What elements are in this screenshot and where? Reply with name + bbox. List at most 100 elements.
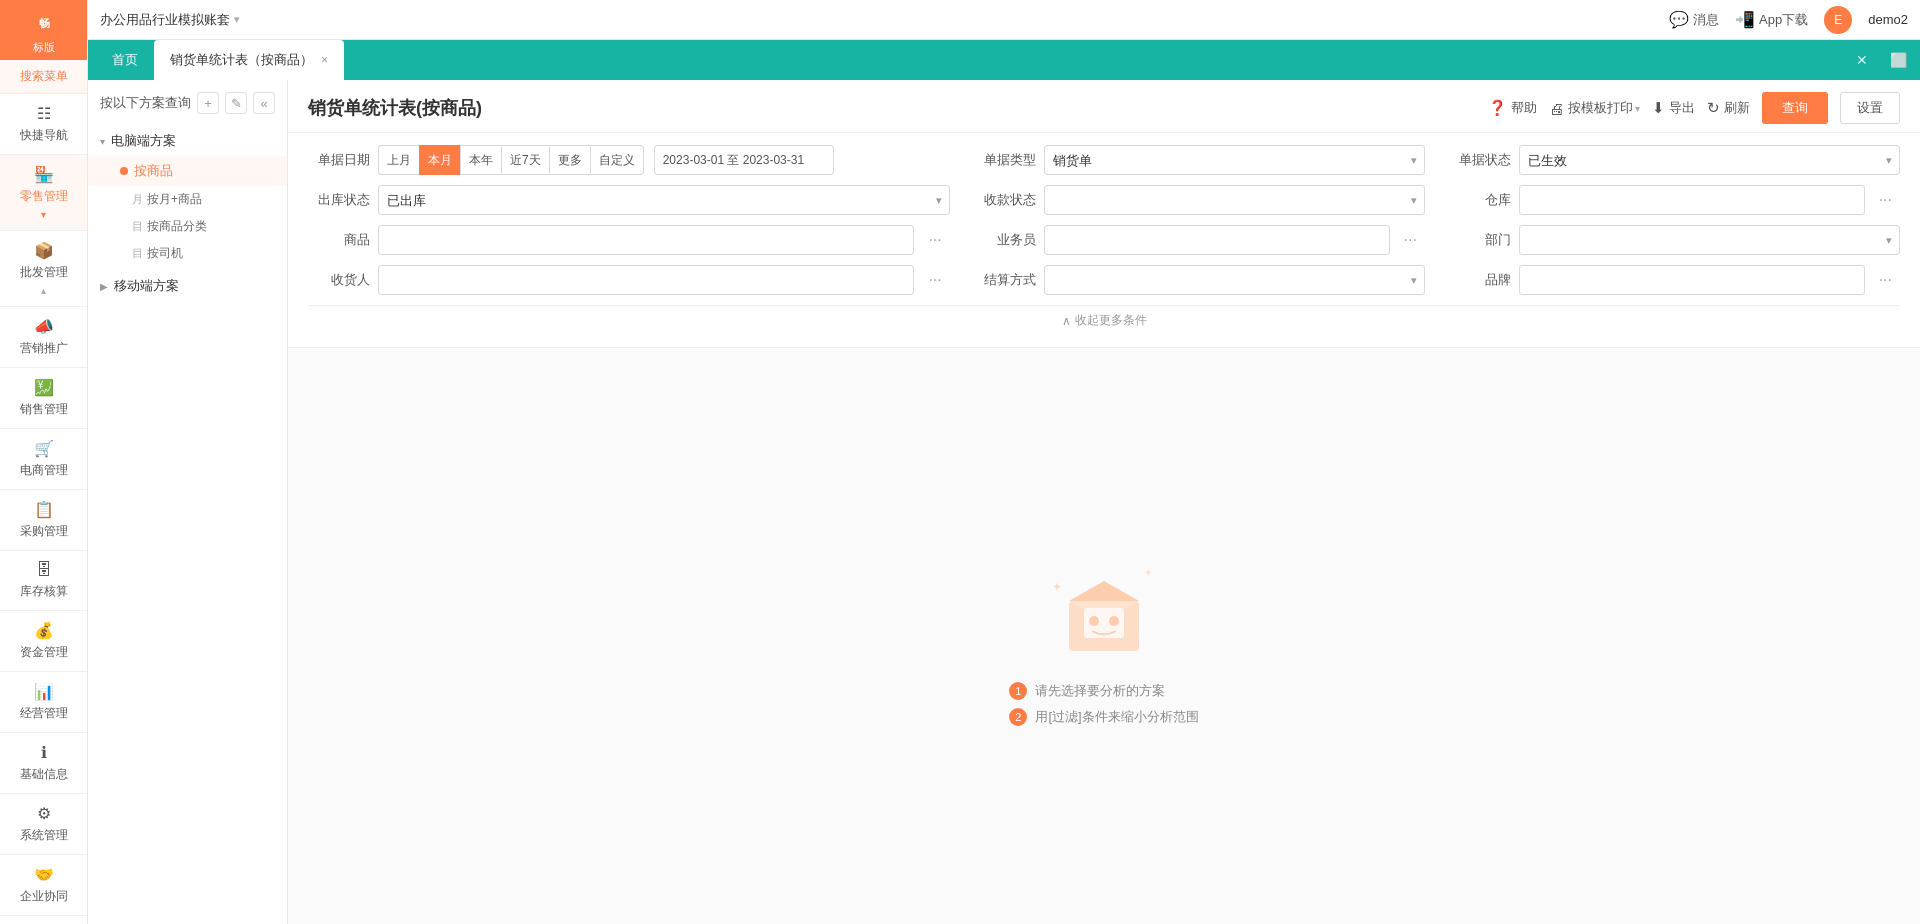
quick-nav-item[interactable]: ☷ 快捷导航	[0, 94, 87, 155]
inventory-item[interactable]: 🗄 库存核算	[0, 551, 87, 611]
scheme-by-month-product[interactable]: 月 按月+商品	[88, 186, 287, 213]
department-select[interactable]	[1519, 225, 1900, 255]
filter-area: 单据日期 上月 本月 本年 近7天 更多 自定义	[288, 133, 1920, 348]
purchase-item[interactable]: 📋 采购管理	[0, 490, 87, 551]
window-controls: ✕ ⬜	[1848, 46, 1920, 74]
more-btn[interactable]: 更多	[549, 145, 590, 175]
date-quick-buttons: 上月 本月 本年 近7天 更多 自定义	[378, 145, 644, 175]
print-btn[interactable]: 🖨 按模板打印	[1549, 99, 1633, 117]
basic-info-icon: ℹ	[41, 743, 47, 762]
close-window-btn[interactable]: ✕	[1848, 46, 1876, 74]
empty-svg: ✦ ✦ ✦	[1044, 546, 1164, 666]
last7-btn[interactable]: 近7天	[501, 145, 549, 175]
svg-text:畅: 畅	[38, 16, 49, 28]
bill-status-select[interactable]: 已生效	[1519, 145, 1900, 175]
this-month-btn[interactable]: 本月	[419, 145, 460, 175]
this-year-btn[interactable]: 本年	[460, 145, 501, 175]
pc-group-header[interactable]: ▾ 电脑端方案	[88, 126, 287, 156]
refresh-btn[interactable]: ↻ 刷新	[1707, 99, 1750, 117]
recipient-dots-btn[interactable]: ···	[920, 265, 949, 295]
product-input[interactable]	[378, 225, 914, 255]
sales-management-item[interactable]: 💹 销售管理	[0, 368, 87, 429]
help-label: 帮助	[1511, 99, 1537, 117]
collapse-panel-btn[interactable]: «	[253, 92, 275, 114]
workspace-title: 办公用品行业模拟账套	[100, 11, 230, 29]
system-icon: ⚙	[37, 804, 51, 823]
message-btn[interactable]: 💬 消息	[1669, 10, 1719, 29]
warehouse-dots-btn[interactable]: ···	[1871, 185, 1900, 215]
retail-management-item[interactable]: 🏪 零售管理 ▾	[0, 155, 87, 231]
retail-label: 零售管理	[20, 188, 68, 205]
salesman-control: ···	[1044, 225, 1425, 255]
salesman-input[interactable]	[1044, 225, 1390, 255]
add-scheme-btn[interactable]: +	[197, 92, 219, 114]
warehouse-input[interactable]	[1519, 185, 1865, 215]
basic-info-item[interactable]: ℹ 基础信息	[0, 733, 87, 794]
help-btn[interactable]: ❓ 帮助	[1488, 99, 1537, 117]
print-dropdown-arrow[interactable]: ▾	[1635, 103, 1640, 114]
brand-label: 品牌	[1449, 271, 1519, 289]
edit-scheme-btn[interactable]: ✎	[225, 92, 247, 114]
settings-button[interactable]: 设置	[1840, 92, 1900, 124]
enterprise-coop-label: 企业协同	[20, 888, 68, 905]
export-btn[interactable]: ⬇ 导出	[1652, 99, 1695, 117]
scheme-by-category[interactable]: 目 按商品分类	[88, 213, 287, 240]
month-icon: 月	[132, 192, 143, 207]
marketing-icon: 📣	[34, 317, 54, 336]
enterprise-coop-item[interactable]: 🤝 企业协同	[0, 855, 87, 916]
bill-type-select[interactable]: 销货单	[1044, 145, 1425, 175]
date-range-input[interactable]	[654, 145, 834, 175]
wholesale-management-item[interactable]: 📦 批发管理 ▴	[0, 231, 87, 307]
driver-icon: 目	[132, 246, 143, 261]
receipt-status-select[interactable]	[1044, 185, 1425, 215]
active-scheme-dot	[120, 167, 128, 175]
system-item[interactable]: ⚙ 系统管理	[0, 794, 87, 855]
brand-dots-btn[interactable]: ···	[1871, 265, 1900, 295]
content-body: ✦ ✦ ✦ 1 请先选择要分析的方案 2 用[	[288, 348, 1920, 924]
empty-text: 1 请先选择要分析的方案 2 用[过滤]条件来缩小分析范围	[1009, 682, 1198, 726]
product-dots-btn[interactable]: ···	[920, 225, 949, 255]
scheme-by-driver[interactable]: 目 按司机	[88, 240, 287, 267]
user-avatar[interactable]: E	[1824, 6, 1852, 34]
search-menu-item[interactable]: 搜索菜单	[0, 60, 87, 94]
out-status-select[interactable]: 已出库	[378, 185, 950, 215]
payment-method-select[interactable]	[1044, 265, 1425, 295]
finance-item[interactable]: 💰 资金管理	[0, 611, 87, 672]
refresh-label: 刷新	[1724, 99, 1750, 117]
tab-home-label: 首页	[112, 51, 138, 69]
svg-point-7	[1109, 616, 1119, 626]
user-name[interactable]: demo2	[1868, 12, 1908, 27]
scheme-by-product[interactable]: 按商品	[88, 156, 287, 186]
logo-icon: 畅	[28, 6, 60, 38]
recipient-input[interactable]	[378, 265, 914, 295]
bill-status-control: 已生效	[1519, 145, 1900, 175]
tab-report-label: 销货单统计表（按商品）	[170, 51, 313, 69]
department-control	[1519, 225, 1900, 255]
date-control: 上月 本月 本年 近7天 更多 自定义	[378, 145, 950, 175]
mobile-group-header[interactable]: ▶ 移动端方案	[88, 271, 287, 301]
workspace-selector[interactable]: 办公用品行业模拟账套 ▾	[100, 11, 240, 29]
tab-report[interactable]: 销货单统计表（按商品） ×	[154, 40, 344, 80]
collapse-conditions-btn[interactable]: ∧ 收起更多条件	[1062, 312, 1147, 329]
sales-icon: 💹	[34, 378, 54, 397]
marketing-item[interactable]: 📣 营销推广	[0, 307, 87, 368]
app-logo[interactable]: 畅 标版	[0, 0, 88, 60]
last-month-btn[interactable]: 上月	[378, 145, 419, 175]
product-label: 商品	[308, 231, 378, 249]
brand-control: ···	[1519, 265, 1900, 295]
ecommerce-item[interactable]: 🛒 电商管理	[0, 429, 87, 490]
tab-close-icon[interactable]: ×	[321, 53, 328, 67]
retail-icon: 🏪	[34, 165, 54, 184]
tab-home[interactable]: 首页	[96, 40, 154, 80]
salesman-dots-btn[interactable]: ···	[1396, 225, 1425, 255]
query-button[interactable]: 查询	[1762, 92, 1828, 124]
custom-btn[interactable]: 自定义	[590, 145, 644, 175]
operations-item[interactable]: 📊 经营管理	[0, 672, 87, 733]
export-icon: ⬇	[1652, 99, 1665, 117]
maximize-window-btn[interactable]: ⬜	[1884, 46, 1912, 74]
brand-input[interactable]	[1519, 265, 1865, 295]
receipt-status-label: 收款状态	[974, 191, 1044, 209]
app-download-btn[interactable]: 📲 App下载	[1735, 10, 1808, 29]
newbie-guide-item[interactable]: 🔰 新手引导	[0, 916, 87, 924]
print-dropdown: 🖨 按模板打印 ▾	[1549, 99, 1640, 117]
